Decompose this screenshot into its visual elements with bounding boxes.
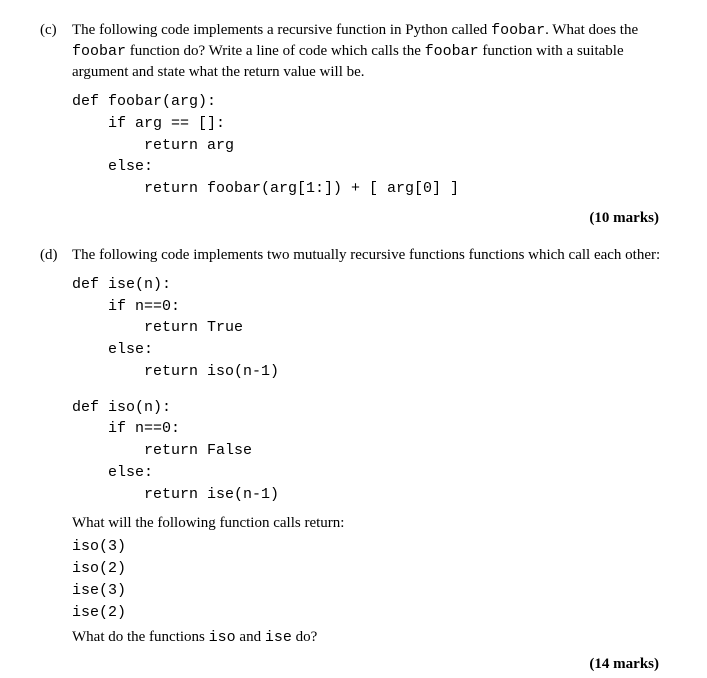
c-desc-mono-2: foobar (72, 43, 126, 60)
d-prompt2-text-2: and (236, 629, 265, 645)
d-marks: (14 marks) (40, 654, 667, 675)
question-c-label: (c) (40, 20, 72, 41)
question-c-description: The following code implements a recursiv… (72, 20, 667, 83)
d-calls-block: iso(3) iso(2) ise(3) ise(2) (72, 536, 667, 623)
d-prompt-1: What will the following function calls r… (72, 513, 667, 534)
question-c-header: (c) The following code implements a recu… (40, 20, 667, 83)
c-desc-mono-3: foobar (425, 43, 479, 60)
question-d-label: (d) (40, 245, 72, 266)
question-c: (c) The following code implements a recu… (40, 20, 667, 229)
d-prompt2-mono-1: iso (209, 629, 236, 646)
c-desc-mono-1: foobar (491, 22, 545, 39)
d-prompt2-text-1: What do the functions (72, 629, 209, 645)
c-code-block: def foobar(arg): if arg == []: return ar… (72, 91, 667, 200)
c-marks: (10 marks) (40, 208, 667, 229)
question-d-header: (d) The following code implements two mu… (40, 245, 667, 266)
c-desc-text-2: . What does the (545, 22, 638, 38)
d-prompt2-text-3: do? (292, 629, 317, 645)
d-prompt-2: What do the functions iso and ise do? (72, 627, 667, 648)
d-prompt2-mono-2: ise (265, 629, 292, 646)
c-desc-text-1: The following code implements a recursiv… (72, 22, 491, 38)
d-code-block-2: def iso(n): if n==0: return False else: … (72, 397, 667, 506)
question-d: (d) The following code implements two mu… (40, 245, 667, 676)
question-d-description: The following code implements two mutual… (72, 245, 667, 266)
c-desc-text-3: function do? Write a line of code which … (126, 43, 425, 59)
d-code-block-1: def ise(n): if n==0: return True else: r… (72, 274, 667, 383)
